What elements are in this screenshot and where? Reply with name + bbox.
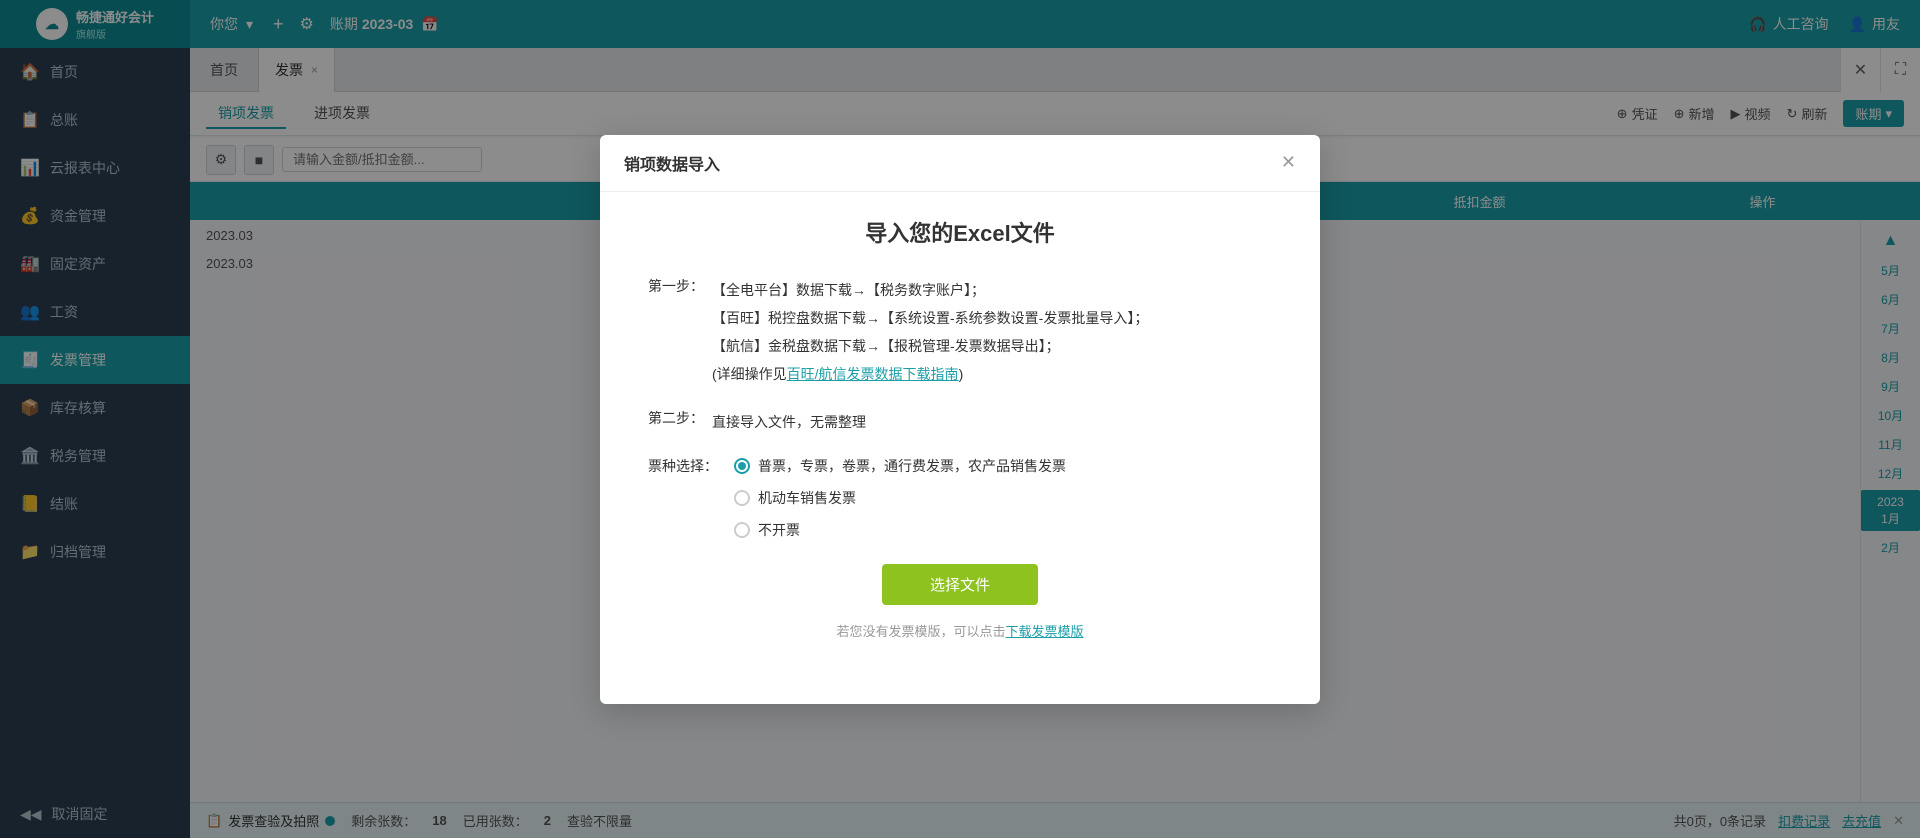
import-modal: 销项数据导入 ✕ 导入您的Excel文件 第一步： 【全电平台】数据下载→【税务… bbox=[600, 135, 1320, 704]
modal-overlay: 销项数据导入 ✕ 导入您的Excel文件 第一步： 【全电平台】数据下载→【税务… bbox=[0, 0, 1920, 838]
step1-label: 第一步： bbox=[648, 276, 704, 296]
radio-group: 普票，专票，卷票，通行费发票，农产品销售发票 机动车销售发票 不开票 bbox=[726, 456, 1066, 540]
modal-close-button[interactable]: ✕ bbox=[1281, 152, 1296, 173]
step1-content: 【全电平台】数据下载→【税务数字账户】； 【百旺】税控盘数据下载→【系统设置-系… bbox=[712, 276, 1148, 388]
step1-link-prefix: (详细操作见 bbox=[712, 366, 787, 382]
modal-body: 导入您的Excel文件 第一步： 【全电平台】数据下载→【税务数字账户】； 【百… bbox=[600, 192, 1320, 664]
step1-line3: 【航信】金税盘数据下载→【报税管理-发票数据导出】； bbox=[712, 332, 1148, 360]
footer-prefix: 若您没有发票模版，可以点击 bbox=[836, 624, 1005, 639]
radio-circle-1 bbox=[734, 458, 750, 474]
ticket-section: 票种选择： 普票，专票，卷票，通行费发票，农产品销售发票 机动车销售 bbox=[648, 456, 1272, 540]
step-1: 第一步： 【全电平台】数据下载→【税务数字账户】； 【百旺】税控盘数据下载→【系… bbox=[648, 276, 1272, 388]
step-2: 第二步： 直接导入文件，无需整理 bbox=[648, 408, 1272, 436]
radio-label-2: 机动车销售发票 bbox=[758, 488, 856, 508]
step1-line1: 【全电平台】数据下载→【税务数字账户】； bbox=[712, 276, 1148, 304]
modal-title: 销项数据导入 bbox=[624, 151, 720, 175]
step1-guide-link[interactable]: 百旺/航信发票数据下载指南 bbox=[787, 366, 959, 382]
modal-header: 销项数据导入 ✕ bbox=[600, 135, 1320, 192]
radio-circle-3 bbox=[734, 522, 750, 538]
radio-circle-2 bbox=[734, 490, 750, 506]
radio-option-2[interactable]: 机动车销售发票 bbox=[734, 488, 1066, 508]
radio-label-3: 不开票 bbox=[758, 520, 800, 540]
step2-content: 直接导入文件，无需整理 bbox=[712, 408, 866, 436]
step1-line2: 【百旺】税控盘数据下载→【系统设置-系统参数设置-发票批量导入】； bbox=[712, 304, 1148, 332]
ticket-label: 票种选择： bbox=[648, 456, 718, 476]
download-template-link[interactable]: 下载发票模版 bbox=[1006, 624, 1084, 639]
radio-dot-1 bbox=[738, 462, 746, 470]
select-file-button[interactable]: 选择文件 bbox=[882, 564, 1038, 605]
step1-link-suffix: ) bbox=[959, 366, 964, 382]
modal-main-title: 导入您的Excel文件 bbox=[648, 216, 1272, 248]
radio-label-1: 普票，专票，卷票，通行费发票，农产品销售发票 bbox=[758, 456, 1066, 476]
radio-option-1[interactable]: 普票，专票，卷票，通行费发票，农产品销售发票 bbox=[734, 456, 1066, 476]
select-file-section: 选择文件 bbox=[648, 564, 1272, 605]
modal-footer: 若您没有发票模版，可以点击下载发票模版 bbox=[648, 621, 1272, 640]
step1-link-line: (详细操作见百旺/航信发票数据下载指南) bbox=[712, 360, 1148, 388]
step2-label: 第二步： bbox=[648, 408, 704, 428]
radio-option-3[interactable]: 不开票 bbox=[734, 520, 1066, 540]
